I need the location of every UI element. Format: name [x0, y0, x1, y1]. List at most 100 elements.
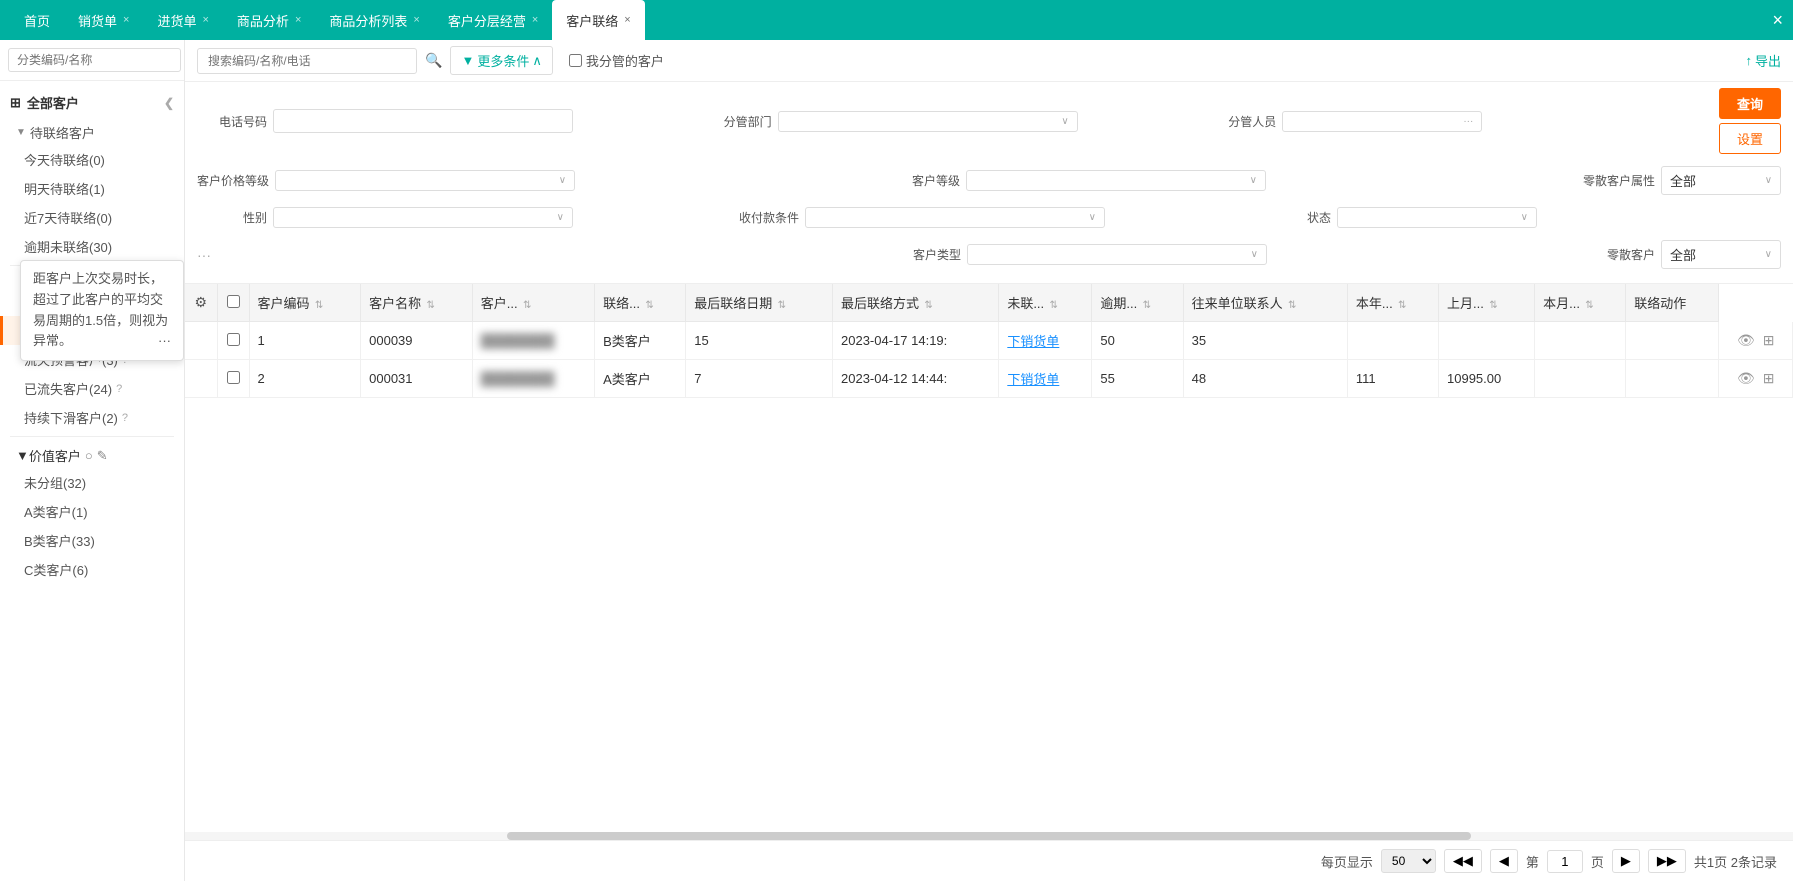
- per-page-select[interactable]: 50 20 100: [1381, 849, 1436, 873]
- row2-name-cell: ████████: [472, 360, 594, 398]
- retail-customer-label: 零散客户: [1585, 246, 1655, 263]
- customer-level-select[interactable]: ∨: [966, 170, 1266, 191]
- col-customer-code[interactable]: 客户编码 ⇅: [249, 284, 361, 322]
- page-unit-label: 页: [1591, 852, 1604, 871]
- horizontal-scrollbar[interactable]: [185, 832, 1793, 840]
- pending-group-label[interactable]: ▼ 待联络客户: [0, 118, 184, 145]
- row2-checkbox[interactable]: [227, 371, 240, 384]
- prev-page-button[interactable]: ◀: [1490, 849, 1518, 873]
- nav-home[interactable]: 首页: [10, 0, 64, 40]
- sidebar-item-class-b[interactable]: B类客户(33): [0, 526, 184, 555]
- col-this-year[interactable]: 本年... ⇅: [1347, 284, 1438, 322]
- nav-sales-close[interactable]: ×: [123, 14, 129, 26]
- value-group-edit-icon[interactable]: ○: [85, 448, 93, 463]
- manager-select[interactable]: ···: [1282, 111, 1482, 132]
- sidebar-item-class-a[interactable]: A类客户(1): [0, 497, 184, 526]
- nav-sales[interactable]: 销货单 ×: [64, 0, 143, 40]
- price-level-select[interactable]: ∨: [275, 170, 575, 191]
- select-all-checkbox[interactable]: [227, 295, 240, 308]
- declining-info-icon[interactable]: ?: [122, 412, 128, 424]
- dept-select[interactable]: ∨: [778, 111, 1078, 132]
- my-customers-checkbox-label: 我分管的客户: [569, 51, 664, 70]
- col-customer-type[interactable]: 客户... ⇅: [472, 284, 594, 322]
- status-field: 状态 ∨: [1261, 207, 1781, 228]
- page-input[interactable]: [1547, 850, 1583, 873]
- nav-goods-analysis-list[interactable]: 商品分析列表 ×: [315, 0, 433, 40]
- row2-settings-cell: [185, 360, 217, 398]
- row1-this-month-cell: [1626, 322, 1719, 360]
- row2-last-date-cell: 2023-04-12 14:44:: [833, 360, 999, 398]
- col-this-month[interactable]: 本月... ⇅: [1535, 284, 1626, 322]
- col-last-contact-method[interactable]: 最后联络方式 ⇅: [833, 284, 999, 322]
- row2-edit-icon[interactable]: ⊞: [1763, 370, 1775, 387]
- sidebar-collapse-btn[interactable]: ❮: [164, 96, 174, 110]
- churned-info-icon[interactable]: ?: [116, 383, 122, 395]
- col-last-month[interactable]: 上月... ⇅: [1439, 284, 1535, 322]
- first-page-button[interactable]: ◀◀: [1444, 849, 1482, 873]
- col-settings: ⚙: [185, 284, 217, 322]
- row2-type-cell: A类客户: [595, 360, 686, 398]
- sidebar-item-declining[interactable]: 持续下滑客户(2) ?: [0, 403, 184, 432]
- status-select[interactable]: ∨: [1337, 207, 1537, 228]
- customer-type-select[interactable]: ∨: [967, 244, 1267, 265]
- nav-goods-analysis-list-close[interactable]: ×: [413, 14, 419, 26]
- col-last-contact-date[interactable]: 最后联络日期 ⇅: [686, 284, 833, 322]
- sidebar-search-input[interactable]: [8, 48, 181, 72]
- more-conditions-button[interactable]: ▼ 更多条件 ∧: [450, 46, 552, 75]
- col-overdue[interactable]: 逾期... ⇅: [1092, 284, 1183, 322]
- sidebar-search-area: 🔍: [0, 40, 184, 81]
- sidebar-item-overdue-pending[interactable]: 逾期未联络(30): [0, 232, 184, 261]
- sort-icon-last-month: ⇅: [1489, 300, 1497, 311]
- row1-view-icon[interactable]: 👁: [1737, 332, 1755, 349]
- value-group-settings-icon[interactable]: ✎: [97, 448, 108, 464]
- phone-field: 电话号码: [197, 109, 690, 133]
- nav-purchase-close[interactable]: ×: [202, 14, 208, 26]
- top-navigation: 首页 销货单 × 进货单 × 商品分析 × 商品分析列表 × 客户分层经营 × …: [0, 0, 1793, 40]
- row1-edit-icon[interactable]: ⊞: [1763, 332, 1775, 349]
- row1-name-cell: ████████: [472, 322, 594, 360]
- nav-purchase[interactable]: 进货单 ×: [143, 0, 222, 40]
- nav-customer-tier[interactable]: 客户分层经营 ×: [434, 0, 552, 40]
- phone-input[interactable]: [273, 109, 573, 133]
- nav-goods-analysis-close[interactable]: ×: [295, 14, 301, 26]
- export-button[interactable]: ↑ 导出: [1745, 51, 1781, 70]
- window-close-button[interactable]: ×: [1772, 10, 1783, 31]
- settings-button[interactable]: 设置: [1719, 123, 1781, 154]
- retail-attr-select[interactable]: 全部 ∨: [1661, 166, 1781, 195]
- sidebar-item-7day-pending[interactable]: 近7天待联络(0): [0, 203, 184, 232]
- sidebar-item-today-pending[interactable]: 今天待联络(0): [0, 145, 184, 174]
- retail-customer-select[interactable]: 全部 ∨: [1661, 240, 1781, 269]
- sidebar-item-class-c[interactable]: C类客户(6): [0, 555, 184, 584]
- main-search-input[interactable]: [197, 48, 417, 74]
- main-search-icon[interactable]: 🔍: [425, 52, 442, 69]
- payment-select[interactable]: ∨: [805, 207, 1105, 228]
- row1-num-cell: 1: [249, 322, 361, 360]
- col-customer-name[interactable]: 客户名称 ⇅: [361, 284, 473, 322]
- sidebar-item-tomorrow-pending[interactable]: 明天待联络(1): [0, 174, 184, 203]
- col-unit-contact[interactable]: 往来单位联系人 ⇅: [1183, 284, 1347, 322]
- sort-icon-method: ⇅: [924, 300, 932, 311]
- row2-last-month-cell: [1535, 360, 1626, 398]
- customer-type-label: 客户类型: [891, 246, 961, 263]
- row1-checkbox[interactable]: [227, 333, 240, 346]
- last-page-button[interactable]: ▶▶: [1648, 849, 1686, 873]
- col-contact-count[interactable]: 联络... ⇅: [595, 284, 686, 322]
- sidebar-item-unclassified[interactable]: 未分组(32): [0, 468, 184, 497]
- my-customers-checkbox[interactable]: [569, 54, 582, 67]
- gender-select[interactable]: ∨: [273, 207, 573, 228]
- column-settings-icon[interactable]: ⚙: [194, 294, 207, 310]
- col-un-contact[interactable]: 未联... ⇅: [999, 284, 1092, 322]
- sidebar-all-customers[interactable]: ⊞ 全部客户 ❮: [0, 87, 184, 118]
- nav-goods-analysis[interactable]: 商品分析 ×: [223, 0, 315, 40]
- next-page-button[interactable]: ▶: [1612, 849, 1640, 873]
- nav-customer-contact-close[interactable]: ×: [624, 14, 630, 26]
- nav-customer-contact[interactable]: 客户联络 ×: [552, 0, 644, 40]
- sidebar-item-churned[interactable]: 已流失客户(24) ?: [0, 374, 184, 403]
- query-button[interactable]: 查询: [1719, 88, 1781, 119]
- more-fields-dots[interactable]: ···: [197, 247, 211, 263]
- value-group-label[interactable]: ▼ 价值客户 ○ ✎: [0, 441, 184, 468]
- tooltip-more-icon[interactable]: ···: [158, 331, 171, 352]
- scrollbar-thumb[interactable]: [507, 832, 1472, 840]
- nav-customer-tier-close[interactable]: ×: [532, 14, 538, 26]
- row2-view-icon[interactable]: 👁: [1737, 370, 1755, 387]
